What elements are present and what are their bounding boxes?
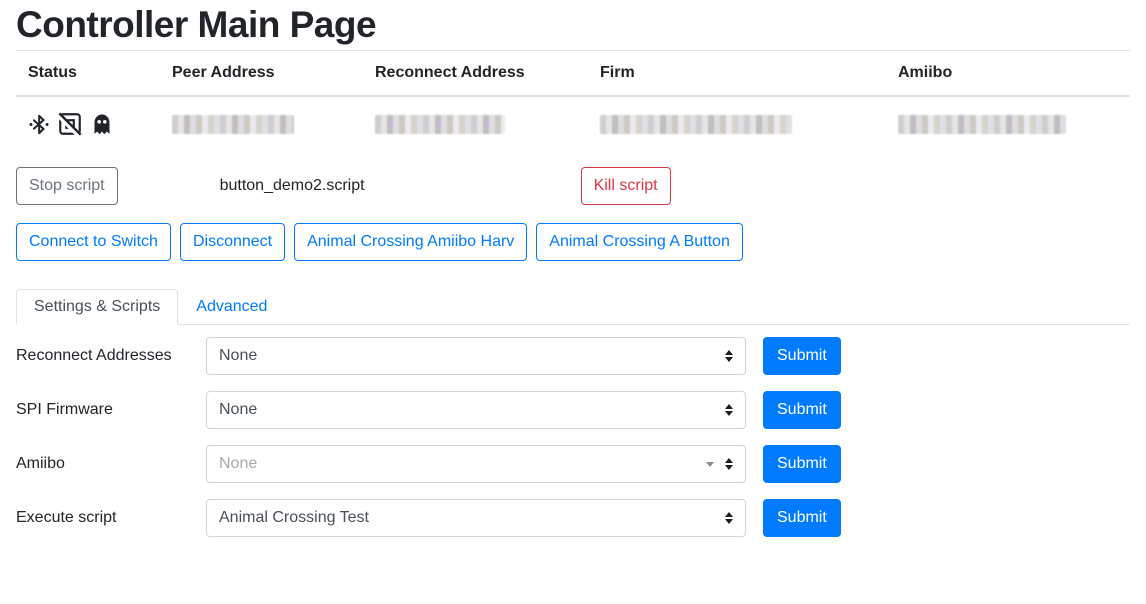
column-header-amiibo: Amiibo [886, 50, 1130, 97]
main-container: Controller Main Page Status Peer Address… [0, 0, 1146, 537]
animal-crossing-amiibo-harv-button[interactable]: Animal Crossing Amiibo Harv [294, 223, 528, 261]
column-header-peer-address: Peer Address [160, 50, 363, 97]
tab-bar: Settings & Scripts Advanced [16, 289, 1130, 325]
amiibo-redacted [898, 114, 1066, 134]
execute-script-label: Execute script [16, 509, 117, 526]
select-caret-down-icon [706, 462, 714, 467]
amiibo-select-value: None [219, 455, 258, 472]
spi-firmware-label: SPI Firmware [16, 401, 113, 418]
reconnect-addresses-select[interactable]: None [206, 337, 746, 375]
form-row-spi-firmware: SPI Firmware None Submit [16, 391, 1130, 429]
tab-advanced[interactable]: Advanced [178, 289, 285, 325]
form-row-execute-script: Execute script Animal Crossing Test Subm… [16, 499, 1130, 537]
running-script-name: button_demo2.script [219, 177, 365, 194]
spi-firmware-select-value: None [219, 401, 258, 418]
disconnect-button[interactable]: Disconnect [179, 223, 286, 261]
amiibo-label: Amiibo [16, 455, 65, 472]
connect-to-switch-button[interactable]: Connect to Switch [16, 223, 171, 261]
script-control-row: Stop script button_demo2.script Kill scr… [16, 167, 1130, 205]
select-updown-icon [725, 458, 733, 470]
column-header-reconnect-address: Reconnect Address [363, 50, 588, 97]
kill-script-button[interactable]: Kill script [580, 167, 671, 205]
peer-address-redacted [172, 114, 294, 134]
form-row-amiibo: Amiibo None Submit [16, 445, 1130, 483]
animal-crossing-a-button-button[interactable]: Animal Crossing A Button [536, 223, 743, 261]
nfc-disabled-icon [57, 111, 83, 137]
spi-firmware-select[interactable]: None [206, 391, 746, 429]
bluetooth-icon [28, 112, 50, 137]
amiibo-submit-button[interactable]: Submit [763, 445, 841, 483]
tab-settings-scripts[interactable]: Settings & Scripts [16, 289, 179, 325]
select-updown-icon [725, 350, 733, 362]
execute-script-submit-button[interactable]: Submit [763, 499, 841, 537]
execute-script-select-value: Animal Crossing Test [219, 509, 369, 526]
spi-firmware-submit-button[interactable]: Submit [763, 391, 841, 429]
settings-form: Reconnect Addresses None Submit SPI Firm… [16, 337, 1130, 537]
action-buttons-row: Connect to Switch Disconnect Animal Cros… [16, 223, 1130, 261]
status-icons [28, 111, 148, 137]
select-updown-icon [725, 512, 733, 524]
form-row-reconnect-addresses: Reconnect Addresses None Submit [16, 337, 1130, 375]
ghost-icon [90, 112, 114, 137]
select-updown-icon [725, 404, 733, 416]
amiibo-select[interactable]: None [206, 445, 746, 483]
column-header-firm: Firm [588, 50, 886, 97]
execute-script-select[interactable]: Animal Crossing Test [206, 499, 746, 537]
reconnect-addresses-submit-button[interactable]: Submit [763, 337, 841, 375]
reconnect-addresses-select-value: None [219, 347, 258, 364]
reconnect-addresses-label: Reconnect Addresses [16, 347, 172, 364]
firm-redacted [600, 114, 792, 134]
status-table-row [16, 96, 1130, 149]
column-header-status: Status [16, 50, 160, 97]
stop-script-button[interactable]: Stop script [16, 167, 118, 205]
reconnect-address-redacted [375, 114, 505, 134]
status-table: Status Peer Address Reconnect Address Fi… [16, 50, 1130, 149]
page-title: Controller Main Page [16, 4, 377, 45]
